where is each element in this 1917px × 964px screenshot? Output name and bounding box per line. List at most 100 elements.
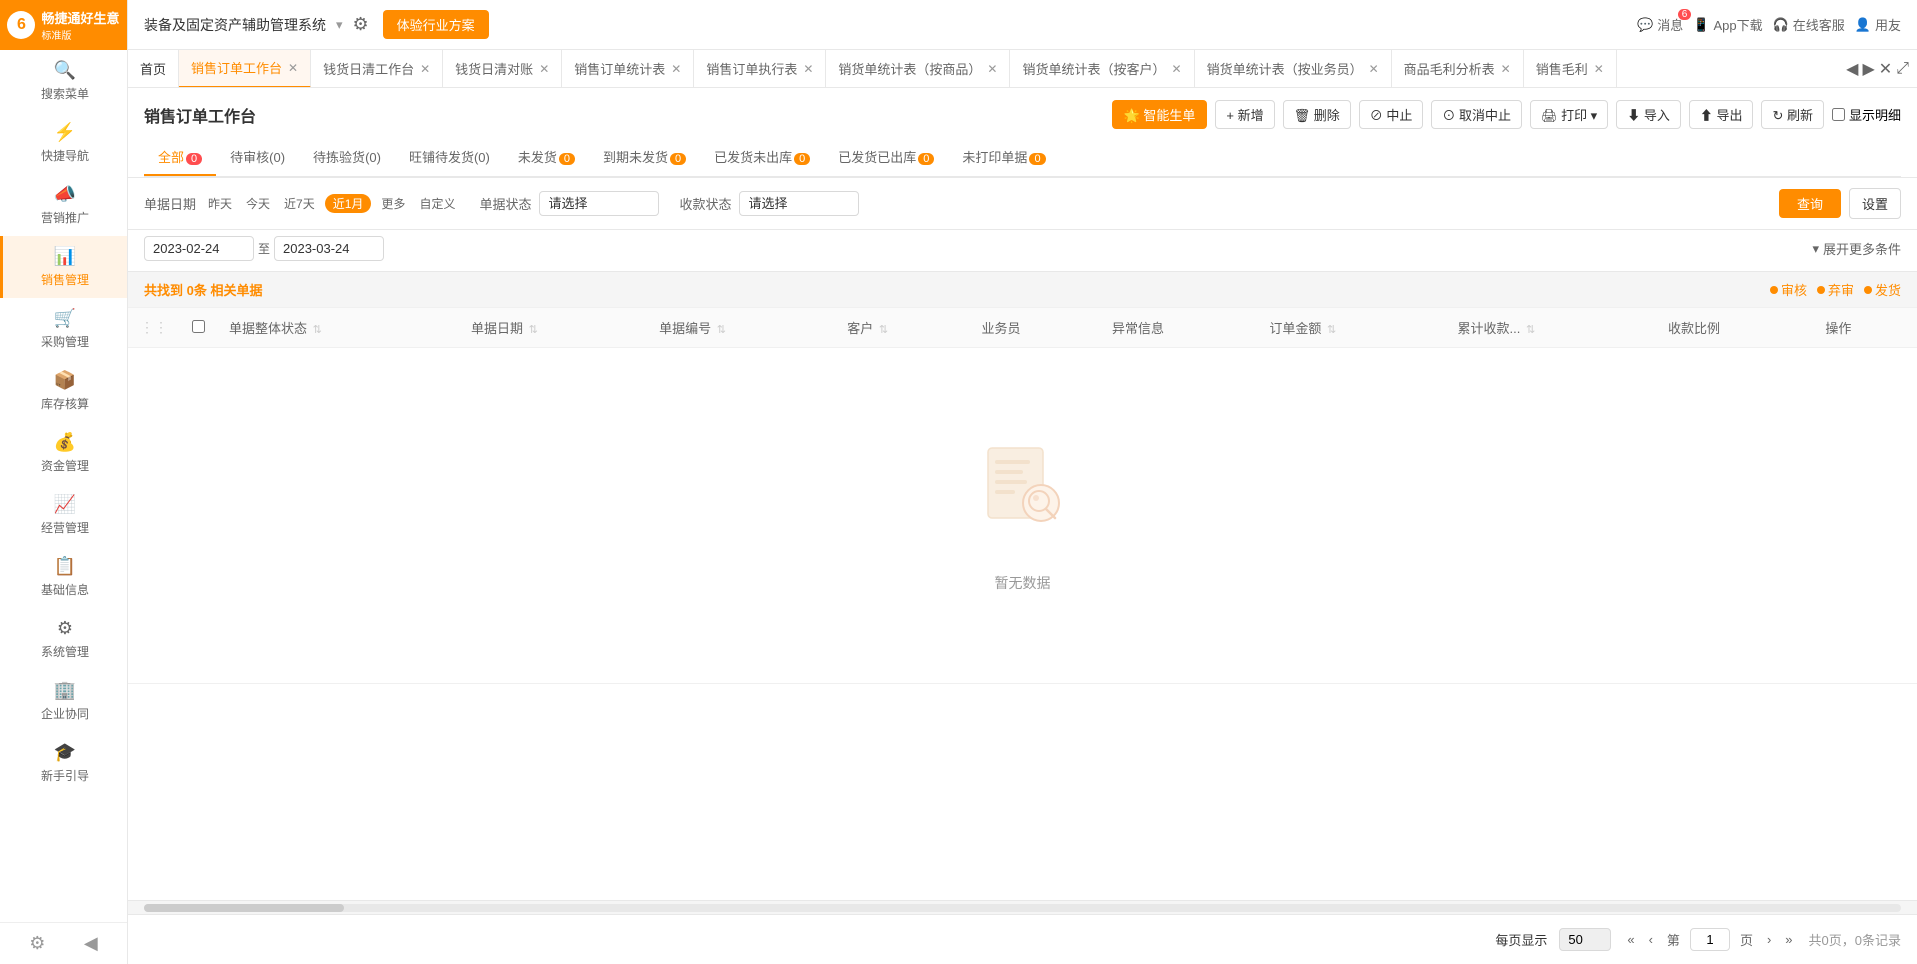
sub-tab-pending-review[interactable]: 待审核(0) [216,139,299,176]
tab-margin-analysis[interactable]: 商品毛利分析表 ✕ [1392,50,1524,88]
sort-icon[interactable]: ⇅ [1327,324,1336,336]
sort-icon[interactable]: ⇅ [529,324,538,336]
ship-btn[interactable]: 发货 [1864,280,1901,299]
expand-conditions-btn[interactable]: ▾ 展开更多条件 [1812,239,1901,258]
tab-close-icon[interactable]: ✕ [1369,62,1379,76]
tab-cash-daily[interactable]: 钱货日清工作台 ✕ [311,50,443,88]
scroll-thumb[interactable] [144,904,344,912]
app-download-btn[interactable]: 📱 App下载 [1693,15,1762,34]
sidebar-item-system[interactable]: ⚙ 系统管理 [0,608,127,670]
sort-icon[interactable]: ⇅ [717,324,726,336]
tab-reconcile[interactable]: 钱货日清对账 ✕ [443,50,562,88]
page-first-btn[interactable]: « [1623,930,1638,949]
tab-close-icon[interactable]: ✕ [288,61,298,75]
page-prev-btn[interactable]: ‹ [1645,930,1657,949]
settings-icon[interactable]: ⚙ [353,14,369,35]
tab-sales-exec[interactable]: 销售订单执行表 ✕ [694,50,826,88]
sub-tab-shipped-out[interactable]: 已发货已出库0 [824,139,948,176]
expand-btn-container: ▾ 展开更多条件 [1812,239,1901,258]
abandon-review-btn[interactable]: 弃审 [1817,280,1854,299]
add-btn[interactable]: + 新增 [1215,100,1274,129]
date-to-input[interactable] [274,236,384,261]
tab-sales-stats[interactable]: 销售订单统计表 ✕ [562,50,694,88]
select-all-checkbox[interactable] [192,320,205,333]
show-detail-checkbox[interactable] [1832,108,1845,121]
status-select[interactable]: 请选择 [539,191,659,216]
tabs-close-all-icon[interactable]: ✕ [1879,59,1892,79]
tab-sales-by-product[interactable]: 销货单统计表（按商品） ✕ [826,50,1010,88]
sidebar-item-search[interactable]: 🔍 搜索菜单 [0,50,127,112]
sidebar-item-operations[interactable]: 📈 经营管理 [0,484,127,546]
page-number-input[interactable] [1690,928,1730,951]
sidebar-item-guide[interactable]: 🎓 新手引导 [0,732,127,794]
delete-btn[interactable]: 🗑 删除 [1283,100,1351,129]
sidebar-item-purchase[interactable]: 🛒 采购管理 [0,298,127,360]
horizontal-scrollbar[interactable] [128,900,1917,914]
sort-icon[interactable]: ⇅ [879,324,888,336]
tab-close-icon[interactable]: ✕ [671,62,681,76]
page-next-btn[interactable]: › [1763,930,1775,949]
sub-tab-unprinted[interactable]: 未打印单据0 [948,139,1059,176]
sub-tab-shop-pending[interactable]: 旺铺待发货(0) [395,139,504,176]
tab-sales-by-staff[interactable]: 销货单统计表（按业务员） ✕ [1195,50,1392,88]
date-btn-custom[interactable]: 自定义 [415,193,459,214]
message-btn[interactable]: 💬 6 消息 [1637,15,1683,34]
tab-close-icon[interactable]: ✕ [539,62,549,76]
date-btn-7days[interactable]: 近7天 [280,193,319,214]
tab-sales-workbench[interactable]: 销售订单工作台 ✕ [179,50,311,88]
sidebar-item-basic[interactable]: 📋 基础信息 [0,546,127,608]
page-last-btn[interactable]: » [1781,930,1796,949]
headset-icon: 🎧 [1773,17,1789,33]
sort-icon[interactable]: ⇅ [1526,324,1535,336]
tab-home[interactable]: 首页 [128,50,179,88]
sidebar-item-sales[interactable]: 📊 销售管理 [0,236,127,298]
sidebar-item-inventory[interactable]: 📦 库存核算 [0,360,127,422]
tab-sales-margin[interactable]: 销售毛利 ✕ [1524,50,1617,88]
sub-tab-all[interactable]: 全部0 [144,139,216,176]
topbar-dropdown-icon[interactable]: ▾ [336,17,343,33]
stop-btn[interactable]: ⊘ 中止 [1359,100,1424,129]
refresh-btn[interactable]: ↻ 刷新 [1761,100,1824,129]
sidebar-item-promo[interactable]: 📣 营销推广 [0,174,127,236]
sidebar-item-nav[interactable]: ⚡ 快捷导航 [0,112,127,174]
show-detail-checkbox-label[interactable]: 显示明细 [1832,105,1901,124]
query-btn[interactable]: 查询 [1779,189,1841,218]
print-btn[interactable]: 🖨 打印 ▾ [1530,100,1608,129]
tabs-prev-icon[interactable]: ◀ [1846,59,1858,79]
export-btn[interactable]: ⬆ 导出 [1689,100,1754,129]
trial-btn[interactable]: 体验行业方案 [383,10,489,39]
sort-icon[interactable]: ⇅ [313,324,322,336]
tab-close-icon[interactable]: ✕ [987,62,997,76]
cancel-stop-btn[interactable]: ⊙ 取消中止 [1431,100,1522,129]
tabs-next-icon[interactable]: ▶ [1862,59,1874,79]
settings-bottom-icon[interactable]: ⚙ [29,933,45,954]
payment-select[interactable]: 请选择 [739,191,859,216]
tab-close-icon[interactable]: ✕ [1172,62,1182,76]
tab-close-icon[interactable]: ✕ [1594,62,1604,76]
tab-label: 钱货日清对账 [455,59,533,78]
tab-close-icon[interactable]: ✕ [1501,62,1511,76]
sub-tab-pending-check[interactable]: 待拣验货(0) [299,139,395,176]
sub-tab-shipped-not-out[interactable]: 已发货未出库0 [700,139,824,176]
date-btn-yesterday[interactable]: 昨天 [204,193,236,214]
tab-close-icon[interactable]: ✕ [803,62,813,76]
sub-tab-unshipped[interactable]: 未发货0 [504,139,589,176]
set-btn[interactable]: 设置 [1849,188,1901,219]
sidebar-item-finance[interactable]: 💰 资金管理 [0,422,127,484]
date-from-input[interactable] [144,236,254,261]
sidebar-item-enterprise[interactable]: 🏢 企业协同 [0,670,127,732]
review-btn[interactable]: 审核 [1770,280,1807,299]
online-service-btn[interactable]: 🎧 在线客服 [1773,15,1845,34]
tab-close-icon[interactable]: ✕ [420,62,430,76]
tab-sales-by-customer[interactable]: 销货单统计表（按客户） ✕ [1010,50,1194,88]
date-btn-today[interactable]: 今天 [242,193,274,214]
smart-create-btn[interactable]: 🌟 智能生单 [1112,100,1208,129]
collapse-icon[interactable]: ◀ [84,933,98,954]
date-btn-more[interactable]: 更多 [377,193,409,214]
user-btn[interactable]: 👤 用友 [1855,15,1901,34]
date-btn-1month[interactable]: 近1月 [325,194,372,213]
tabs-fullscreen-icon[interactable]: ⤢ [1896,60,1909,78]
sub-tab-overdue[interactable]: 到期未发货0 [589,139,700,176]
import-btn[interactable]: ⬇ 导入 [1616,100,1681,129]
page-size-select[interactable]: 50 100 200 [1559,928,1611,951]
